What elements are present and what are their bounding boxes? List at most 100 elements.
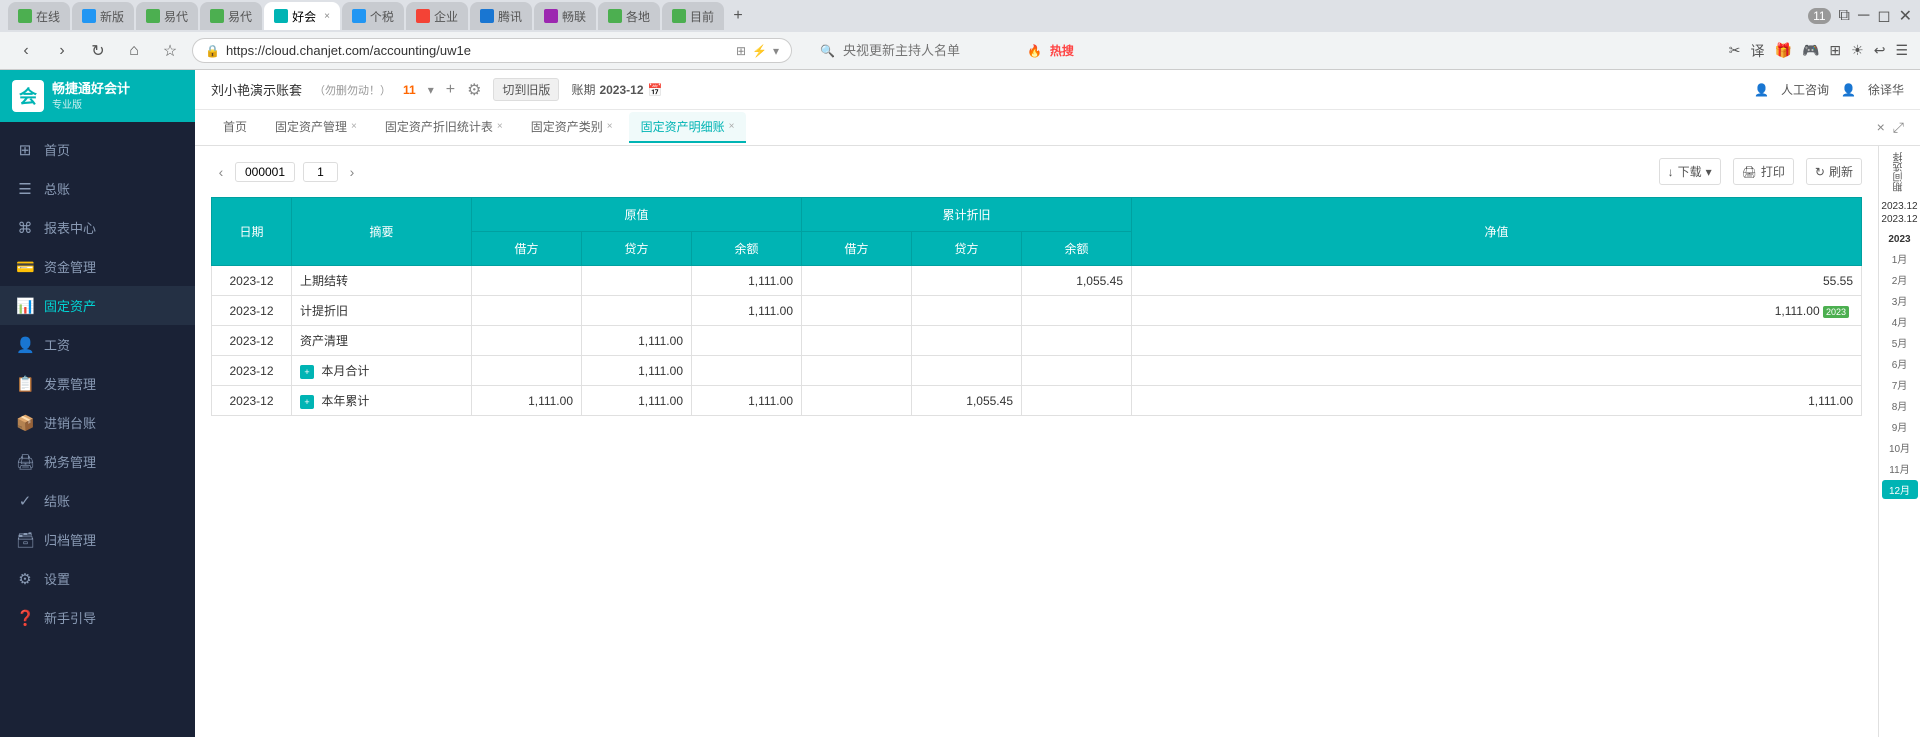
sidebar-item-closing[interactable]: ✓ 结账 (0, 481, 195, 520)
tab-close-fixed-assets-mgmt[interactable]: × (351, 121, 357, 132)
company-settings-icon[interactable]: ⚙ (467, 80, 481, 100)
search-input[interactable] (843, 43, 1019, 58)
sidebar-item-cash[interactable]: 💳 资金管理 (0, 247, 195, 286)
forward-button[interactable]: › (48, 37, 76, 65)
browser-tab-geshui[interactable]: 个税 (342, 2, 404, 30)
period-selector-label[interactable]: 期间选择 (1892, 150, 1907, 194)
url-bar[interactable]: 🔒 https://cloud.chanjet.com/accounting/u… (192, 38, 792, 63)
sidebar-item-settings[interactable]: ⚙ 设置 (0, 559, 195, 598)
month-9[interactable]: 9月 (1882, 417, 1918, 436)
tab-actions: × ⤢ (1877, 119, 1904, 136)
download-button[interactable]: ↓ 下载 ▾ (1659, 158, 1721, 185)
period-next-button[interactable]: › (342, 162, 362, 182)
browser-tab-muqian[interactable]: 目前 (662, 2, 724, 30)
reload-button[interactable]: ↻ (84, 37, 112, 65)
add-tab-button[interactable]: + (726, 4, 750, 28)
period-start-input[interactable] (235, 162, 295, 182)
month-6[interactable]: 6月 (1882, 354, 1918, 373)
period-calendar-icon[interactable]: 📅 (648, 83, 663, 97)
sidebar-item-invoice[interactable]: 📋 发票管理 (0, 364, 195, 403)
lightning-icon[interactable]: ⚡ (752, 44, 767, 58)
brightness-icon[interactable]: ☀ (1851, 42, 1864, 59)
cell-orig-credit (582, 296, 692, 326)
month-10[interactable]: 10月 (1882, 438, 1918, 457)
month-2[interactable]: 2月 (1882, 270, 1918, 289)
history-icon[interactable]: ↩ (1874, 42, 1886, 59)
month-1[interactable]: 1月 (1882, 249, 1918, 268)
month-5[interactable]: 5月 (1882, 333, 1918, 352)
minimize-icon[interactable]: ─ (1858, 7, 1869, 25)
cell-summary: 计提折旧 (292, 296, 472, 326)
sidebar-item-tax[interactable]: 🖨 税务管理 (0, 442, 195, 481)
gamepad-icon[interactable]: 🎮 (1802, 42, 1819, 59)
bookmark-button[interactable]: ☆ (156, 37, 184, 65)
cell-orig-balance (692, 326, 802, 356)
period-nav-left: ‹ › (211, 162, 362, 182)
month-11[interactable]: 11月 (1882, 459, 1918, 478)
print-button[interactable]: 🖨 打印 (1733, 158, 1794, 185)
page-tab-asset-detail[interactable]: 固定资产明细账 × (629, 112, 747, 143)
sidebar-item-purchase-sales[interactable]: 📦 进销台账 (0, 403, 195, 442)
th-orig-balance: 余额 (692, 232, 802, 266)
browser-tab-chang[interactable]: 畅联 (534, 2, 596, 30)
extension1-icon[interactable]: 🎁 (1775, 42, 1792, 59)
browser-tab-gedi[interactable]: 各地 (598, 2, 660, 30)
sidebar-item-reports[interactable]: ⌘ 报表中心 (0, 208, 195, 247)
page-tab-asset-category[interactable]: 固定资产类别 × (519, 112, 625, 143)
grid-icon[interactable]: ⊞ (1829, 42, 1841, 59)
tab-close-icon[interactable]: × (324, 11, 330, 22)
company-dropdown-icon[interactable]: ▾ (428, 83, 434, 97)
back-button[interactable]: ‹ (12, 37, 40, 65)
hot-search-label: 🔥 (1027, 44, 1042, 58)
sidebar-item-archive[interactable]: 🗃 归档管理 (0, 520, 195, 559)
support-icon: 👤 (1754, 83, 1769, 97)
sidebar-item-guide[interactable]: ❓ 新手引导 (0, 598, 195, 637)
page-tab-home[interactable]: 首页 (211, 112, 259, 143)
th-dep-balance: 余额 (1022, 232, 1132, 266)
browser-tab-tengxun[interactable]: 腾讯 (470, 2, 532, 30)
tab-close-depreciation-stats[interactable]: × (497, 121, 503, 132)
month-7[interactable]: 7月 (1882, 375, 1918, 394)
tab-close-asset-category[interactable]: × (607, 121, 613, 132)
window-close-icon[interactable]: ✕ (1899, 6, 1912, 26)
permissions-icon[interactable]: ⊞ (736, 44, 746, 58)
month-4[interactable]: 4月 (1882, 312, 1918, 331)
page-tab-fixed-assets-mgmt[interactable]: 固定资产管理 × (263, 112, 369, 143)
cell-summary: + 本年累计 (292, 386, 472, 416)
browser-tab-new[interactable]: 新版 (72, 2, 134, 30)
menu-icon[interactable]: ☰ (1895, 42, 1908, 59)
dropdown-icon[interactable]: ▾ (773, 44, 779, 58)
sidebar-item-general-ledger[interactable]: ☰ 总账 (0, 169, 195, 208)
support-label[interactable]: 人工咨询 (1781, 81, 1829, 98)
browser-tab-yidai1[interactable]: 易代 (136, 2, 198, 30)
home-button[interactable]: ⌂ (120, 37, 148, 65)
panel-close-button[interactable]: × (1877, 119, 1885, 136)
refresh-button[interactable]: ↻ 刷新 (1806, 158, 1862, 185)
period-prev-button[interactable]: ‹ (211, 162, 231, 182)
page-tabs: 首页 固定资产管理 × 固定资产折旧统计表 × 固定资产类别 × 固定资产明细账… (195, 110, 1920, 146)
month-12[interactable]: 12月 (1882, 480, 1918, 499)
month-8[interactable]: 8月 (1882, 396, 1918, 415)
browser-tab-active[interactable]: 好会 × (264, 2, 340, 30)
tab-close-asset-detail[interactable]: × (729, 121, 735, 132)
browser-tab-yidai2[interactable]: 易代 (200, 2, 262, 30)
tab-grid-icon[interactable]: ⧉ (1839, 7, 1850, 25)
sidebar-item-fixed-assets[interactable]: 📊 固定资产 (0, 286, 195, 325)
add-company-button[interactable]: + (446, 81, 455, 99)
restore-icon[interactable]: ◻ (1877, 6, 1890, 26)
period-page-input[interactable] (303, 162, 338, 182)
sidebar-item-home[interactable]: ⊞ 首页 (0, 130, 195, 169)
scissors-icon[interactable]: ✂ (1729, 42, 1741, 59)
browser-tab-online[interactable]: 在线 (8, 2, 70, 30)
browser-tab-qiye[interactable]: 企业 (406, 2, 468, 30)
cell-date: 2023-12 (212, 266, 292, 296)
cell-net: 1,111.00 2023 (1132, 296, 1862, 326)
month-3[interactable]: 3月 (1882, 291, 1918, 310)
download-dropdown-icon[interactable]: ▾ (1706, 165, 1712, 179)
translate-icon[interactable]: 译 (1751, 41, 1765, 61)
switch-version-button[interactable]: 切到旧版 (493, 78, 559, 101)
sidebar-item-payroll[interactable]: 👤 工资 (0, 325, 195, 364)
page-tab-depreciation-stats[interactable]: 固定资产折旧统计表 × (373, 112, 515, 143)
top-bar: 刘小艳演示账套 （勿删勿动！） 11 ▾ + ⚙ 切到旧版 账期 2023-12… (195, 70, 1920, 110)
panel-maximize-button[interactable]: ⤢ (1893, 119, 1904, 136)
